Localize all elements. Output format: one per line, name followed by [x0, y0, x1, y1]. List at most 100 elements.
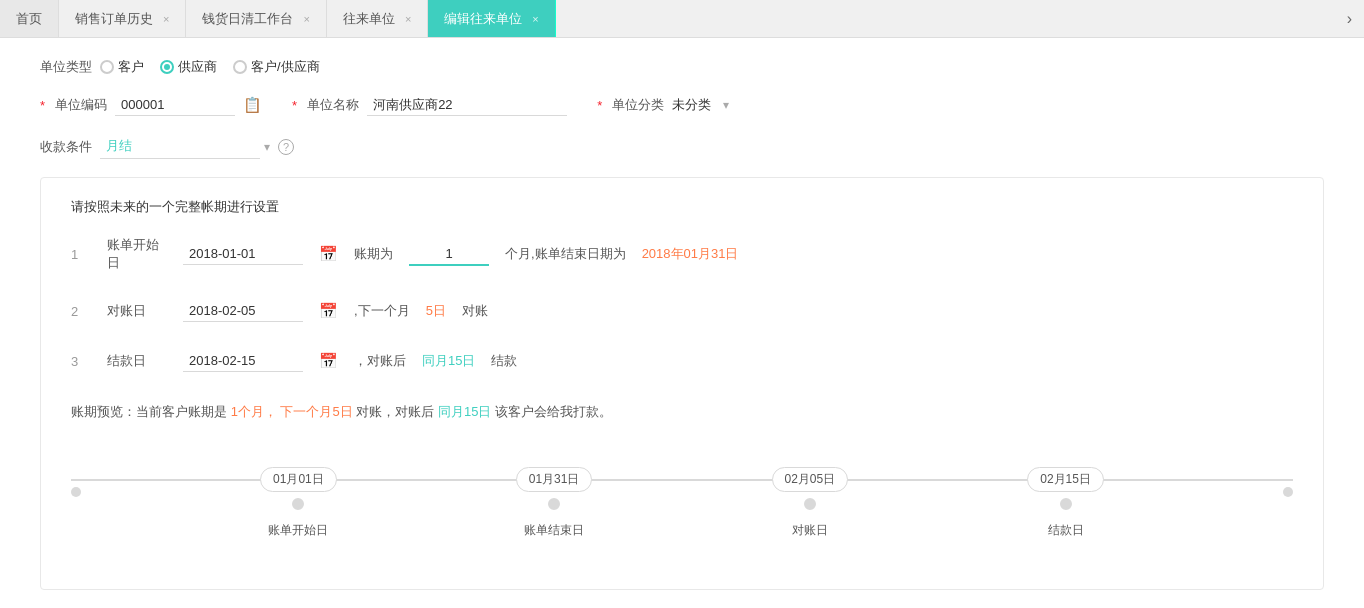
period-row-3: 3 结款日 📅 ，对账后 同月15日 结款 — [71, 350, 1293, 372]
period-row-1: 1 账单开始日 📅 账期为 个月,账单结束日期为 2018年01月31日 — [71, 236, 1293, 272]
tab-edit-partner-close[interactable]: × — [532, 13, 538, 25]
unit-name-label: 单位名称 — [307, 96, 359, 114]
period-date-1[interactable] — [183, 243, 303, 265]
tab-sales-history-label: 销售订单历史 — [75, 10, 153, 28]
timeline-label-1: 账单开始日 — [268, 522, 328, 539]
tab-home-label: 首页 — [16, 10, 42, 28]
timeline-label-4: 结款日 — [1048, 522, 1084, 539]
radio-group: 客户 供应商 客户/供应商 — [100, 58, 320, 76]
tab-home[interactable]: 首页 — [0, 0, 59, 37]
tab-cash-work-label: 钱货日清工作台 — [202, 10, 293, 28]
period-highlight-2: 5日 — [426, 302, 446, 320]
radio-supplier-label: 供应商 — [178, 58, 217, 76]
unit-type-row: 单位类型 客户 供应商 客户/供应商 — [40, 58, 1324, 76]
tab-sales-history[interactable]: 销售订单历史 × — [59, 0, 186, 37]
period-title: 请按照未来的一个完整帐期进行设置 — [71, 198, 1293, 216]
unit-category-star: * — [597, 98, 602, 113]
tab-bar: 首页 销售订单历史 × 钱货日清工作台 × 往来单位 × 编辑往来单位 × › — [0, 0, 1364, 38]
timeline-items: 01月01日 账单开始日 01月31日 账单结束日 02月05日 对账日 — [71, 467, 1293, 539]
cal-icon-1[interactable]: 📅 — [319, 245, 338, 263]
help-icon[interactable]: ? — [278, 139, 294, 155]
payment-row: 收款条件 月结 ▾ ? — [40, 134, 1324, 159]
cal-icon-2[interactable]: 📅 — [319, 302, 338, 320]
unit-code-input[interactable] — [115, 94, 235, 116]
payment-arrow[interactable]: ▾ — [264, 140, 270, 154]
period-suffix-3a: ，对账后 — [354, 352, 406, 370]
payment-value[interactable]: 月结 — [100, 134, 260, 159]
period-unit-1: 个月,账单结束日期为 — [505, 245, 626, 263]
preview-part1: 1个月， — [231, 404, 277, 419]
cal-icon-3[interactable]: 📅 — [319, 352, 338, 370]
tab-cash-work-close[interactable]: × — [303, 13, 309, 25]
unit-name-group: * 单位名称 — [292, 94, 567, 116]
period-box: 请按照未来的一个完整帐期进行设置 1 账单开始日 📅 账期为 个月,账单结束日期… — [40, 177, 1324, 590]
main-content: 单位类型 客户 供应商 客户/供应商 * 单位编码 — [0, 38, 1364, 608]
period-date-2[interactable] — [183, 300, 303, 322]
tab-partner-label: 往来单位 — [343, 10, 395, 28]
timeline-start — [71, 467, 81, 497]
period-label-3: 结款日 — [107, 352, 167, 370]
tab-partner-close[interactable]: × — [405, 13, 411, 25]
unit-name-star: * — [292, 98, 297, 113]
unit-category-arrow[interactable]: ▾ — [723, 98, 729, 112]
timeline-item-2: 01月31日 账单结束日 — [516, 467, 593, 539]
unit-type-label: 单位类型 — [40, 58, 92, 76]
period-row-2: 2 对账日 📅 ,下一个月 5日 对账 — [71, 300, 1293, 322]
timeline-end-dot — [1283, 487, 1293, 497]
preview-part4: 同月15日 — [438, 404, 491, 419]
tab-partner[interactable]: 往来单位 × — [327, 0, 428, 37]
unit-type-group: 单位类型 客户 供应商 客户/供应商 — [40, 58, 320, 76]
period-label-1: 账单开始日 — [107, 236, 167, 272]
timeline-badge-2: 01月31日 — [516, 467, 593, 492]
radio-customer-circle — [100, 60, 114, 74]
unit-code-group: * 单位编码 📋 — [40, 94, 262, 116]
radio-both-circle — [233, 60, 247, 74]
radio-both[interactable]: 客户/供应商 — [233, 58, 320, 76]
period-date-3[interactable] — [183, 350, 303, 372]
payment-group: 收款条件 月结 ▾ ? — [40, 134, 294, 159]
unit-category-value: 未分类 — [672, 96, 711, 114]
timeline-label-3: 对账日 — [792, 522, 828, 539]
radio-supplier-circle — [160, 60, 174, 74]
unit-name-input[interactable] — [367, 94, 567, 116]
unit-code-star: * — [40, 98, 45, 113]
tab-edit-partner-label: 编辑往来单位 — [444, 10, 522, 28]
period-suffix-3b: 结款 — [491, 352, 517, 370]
timeline-dot-4 — [1060, 498, 1072, 510]
radio-supplier[interactable]: 供应商 — [160, 58, 217, 76]
preview-label: 账期预览：当前客户账期是 — [71, 404, 227, 419]
tab-cash-work[interactable]: 钱货日清工作台 × — [186, 0, 326, 37]
tab-edit-partner[interactable]: 编辑往来单位 × — [428, 0, 555, 37]
period-suffix-2a: ,下一个月 — [354, 302, 410, 320]
preview-part2: 下一个月5日 — [280, 404, 352, 419]
period-suffix-1: 账期为 — [354, 245, 393, 263]
timeline: 01月01日 账单开始日 01月31日 账单结束日 02月05日 对账日 — [71, 447, 1293, 569]
timeline-item-3: 02月05日 对账日 — [772, 467, 849, 539]
period-num-3: 3 — [71, 354, 91, 369]
timeline-dot-1 — [292, 498, 304, 510]
tab-more-button[interactable]: › — [1335, 0, 1364, 37]
unit-category-label: 单位分类 — [612, 96, 664, 114]
timeline-dot-2 — [548, 498, 560, 510]
timeline-item-1: 01月01日 账单开始日 — [260, 467, 337, 539]
timeline-badge-1: 01月01日 — [260, 467, 337, 492]
timeline-badge-4: 02月15日 — [1027, 467, 1104, 492]
period-month-input[interactable] — [409, 243, 489, 266]
period-end-date: 2018年01月31日 — [642, 245, 739, 263]
preview-text: 账期预览：当前客户账期是 1个月， 下一个月5日 对账，对账后 同月15日 该客… — [71, 400, 1293, 423]
period-label-2: 对账日 — [107, 302, 167, 320]
unit-code-icon[interactable]: 📋 — [243, 96, 262, 114]
timeline-start-dot — [71, 487, 81, 497]
radio-both-label: 客户/供应商 — [251, 58, 320, 76]
payment-label: 收款条件 — [40, 138, 92, 156]
unit-info-row: * 单位编码 📋 * 单位名称 * 单位分类 未分类 ▾ — [40, 94, 1324, 116]
period-num-1: 1 — [71, 247, 91, 262]
timeline-end — [1283, 467, 1293, 497]
period-highlight-3: 同月15日 — [422, 352, 475, 370]
payment-dropdown-wrap: 月结 ▾ — [100, 134, 270, 159]
radio-customer-label: 客户 — [118, 58, 144, 76]
radio-customer[interactable]: 客户 — [100, 58, 144, 76]
timeline-dot-3 — [804, 498, 816, 510]
timeline-item-4: 02月15日 结款日 — [1027, 467, 1104, 539]
tab-sales-history-close[interactable]: × — [163, 13, 169, 25]
